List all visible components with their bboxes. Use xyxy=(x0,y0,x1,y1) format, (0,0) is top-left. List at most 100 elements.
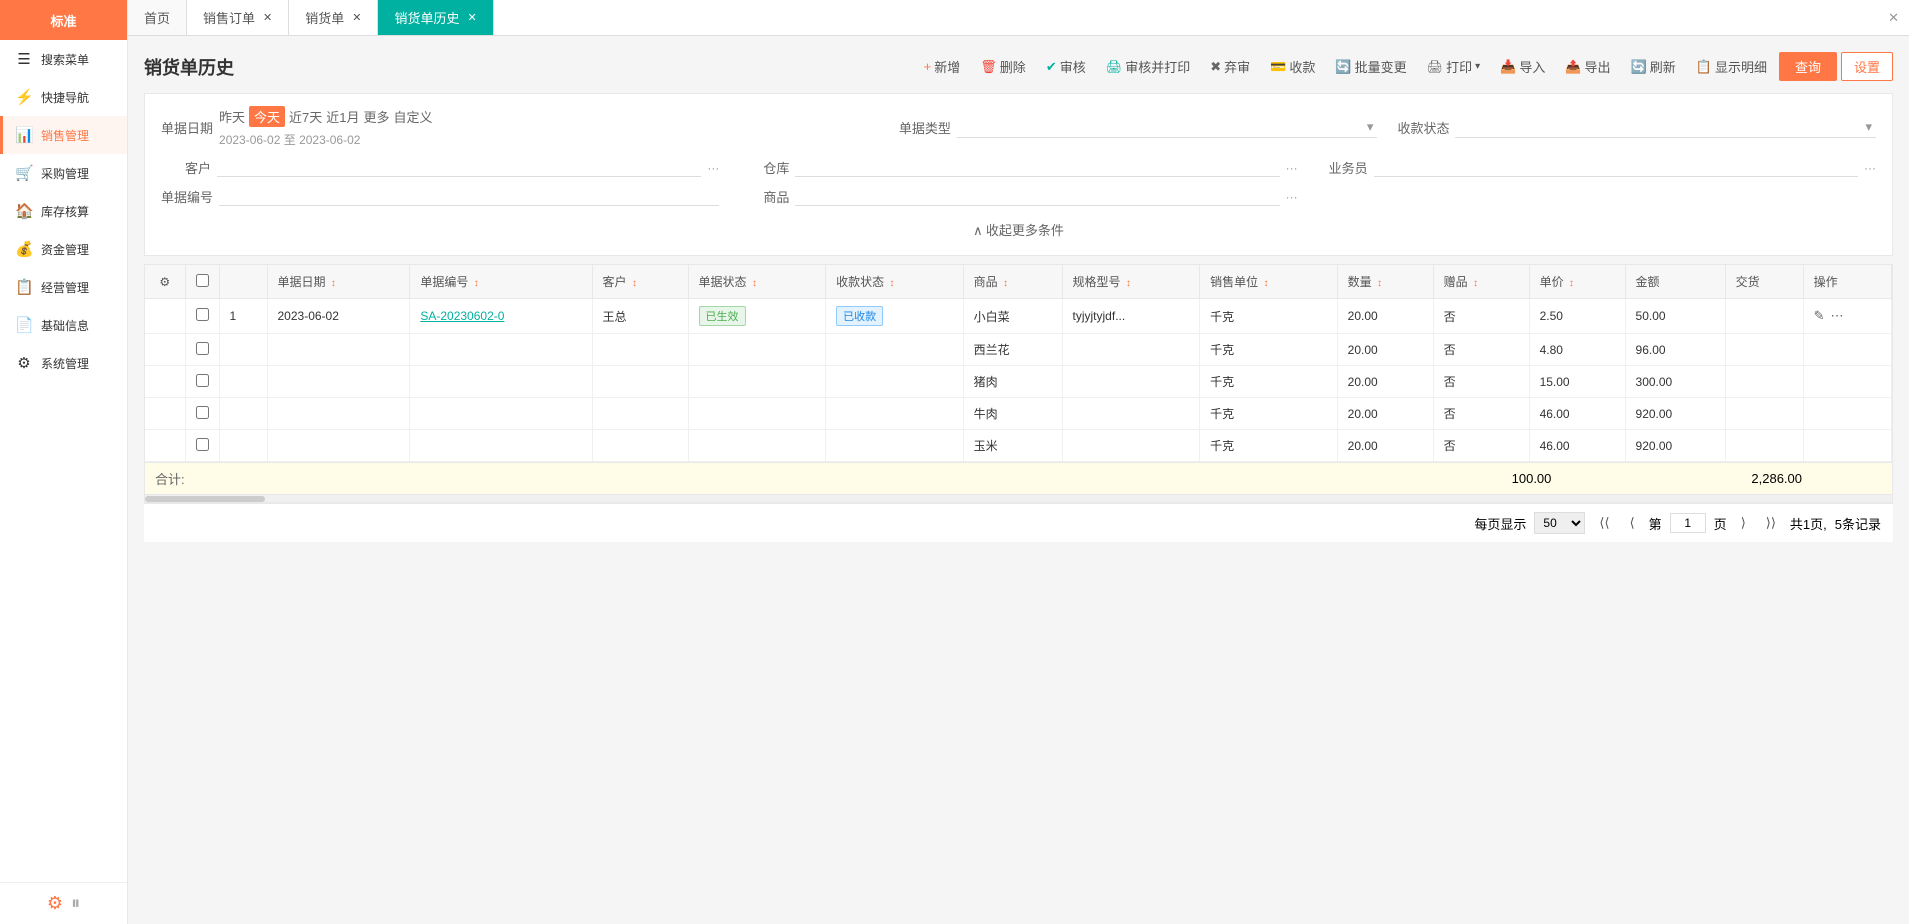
shortcut-more[interactable]: 更多 xyxy=(364,107,390,126)
pay-status-select[interactable]: ▾ xyxy=(1455,117,1876,138)
tab-sales-history-close[interactable]: ✕ xyxy=(468,11,477,24)
sidebar-item-purchase-mgmt[interactable]: 🛒 采购管理 xyxy=(0,154,127,192)
th-qty[interactable]: 数量 ↕ xyxy=(1337,265,1433,299)
collapse-button[interactable]: ∧ 收起更多条件 xyxy=(161,216,1876,243)
warehouse-input[interactable] xyxy=(795,158,1279,177)
export-button[interactable]: 📤 导出 xyxy=(1557,53,1618,80)
fund-mgmt-icon: 💰 xyxy=(15,240,33,258)
salesperson-ellipsis[interactable]: ··· xyxy=(1864,161,1876,175)
print-button[interactable]: 🖨 打印 ▾ xyxy=(1419,53,1489,80)
td-status[interactable] xyxy=(688,334,826,366)
more-icon[interactable]: ⋯ xyxy=(1831,308,1844,324)
td-pay-status[interactable] xyxy=(826,366,964,398)
customer-input[interactable] xyxy=(217,158,701,177)
show-detail-button[interactable]: 📋 显示明细 xyxy=(1688,53,1775,80)
sidebar-item-inventory[interactable]: 🏠 库存核算 xyxy=(0,192,127,230)
goods-input[interactable] xyxy=(795,187,1279,206)
th-unit[interactable]: 销售单位 ↕ xyxy=(1200,265,1338,299)
bill-no-input[interactable] xyxy=(219,187,719,206)
td-action[interactable] xyxy=(1803,398,1891,430)
scroll-thumb[interactable] xyxy=(145,496,265,502)
td-action[interactable] xyxy=(1803,366,1891,398)
td-action[interactable] xyxy=(1803,430,1891,462)
salesperson-input[interactable] xyxy=(1374,158,1858,177)
shortcut-today[interactable]: 今天 xyxy=(249,106,285,127)
sidebar-pause-icon[interactable]: ⏸ xyxy=(71,893,80,914)
bill-type-arrow: ▾ xyxy=(1367,119,1374,135)
th-goods[interactable]: 商品 ↕ xyxy=(963,265,1062,299)
import-button[interactable]: 📥 导入 xyxy=(1492,53,1553,80)
bill-type-select[interactable]: ▾ xyxy=(957,117,1378,138)
sidebar-item-quick-nav[interactable]: ⚡ 快捷导航 xyxy=(0,78,127,116)
sidebar-item-basic-info[interactable]: 📄 基础信息 xyxy=(0,306,127,344)
td-pay-status[interactable] xyxy=(826,398,964,430)
tab-sales-order[interactable]: 销售订单 ✕ xyxy=(187,0,289,35)
audit-button[interactable]: ✔ 审核 xyxy=(1038,53,1094,80)
tab-bar-close[interactable]: ✕ xyxy=(1878,10,1909,26)
shortcut-custom[interactable]: 自定义 xyxy=(394,107,433,126)
query-button[interactable]: 查询 xyxy=(1779,52,1837,81)
th-settings[interactable]: ⚙ xyxy=(145,265,185,299)
next-page-button[interactable]: ⟩ xyxy=(1735,513,1752,533)
tab-sales-history[interactable]: 销货单历史 ✕ xyxy=(378,0,493,35)
td-amount: 300.00 xyxy=(1625,366,1725,398)
row-checkbox[interactable] xyxy=(196,438,209,451)
sidebar-item-ops-mgmt[interactable]: 📋 经营管理 xyxy=(0,268,127,306)
tab-sales-order-close[interactable]: ✕ xyxy=(263,11,272,24)
row-checkbox[interactable] xyxy=(196,308,209,321)
settings-button[interactable]: 设置 xyxy=(1841,52,1893,81)
shortcut-1month[interactable]: 近1月 xyxy=(326,107,359,126)
th-customer[interactable]: 客户 ↕ xyxy=(592,265,688,299)
horizontal-scrollbar[interactable] xyxy=(145,494,1892,502)
last-page-button[interactable]: ⟩⟩ xyxy=(1760,513,1782,533)
row-checkbox[interactable] xyxy=(196,342,209,355)
td-pay-status[interactable]: 已收款 xyxy=(826,299,964,334)
td-status[interactable]: 已生效 xyxy=(688,299,826,334)
shortcut-yesterday[interactable]: 昨天 xyxy=(219,107,245,126)
select-all-checkbox[interactable] xyxy=(196,274,209,287)
sidebar-item-fund-mgmt[interactable]: 💰 资金管理 xyxy=(0,230,127,268)
sidebar-item-search-menu[interactable]: ☰ 搜索菜单 xyxy=(0,40,127,78)
row-checkbox[interactable] xyxy=(196,406,209,419)
refresh-button[interactable]: 🔄 刷新 xyxy=(1623,53,1684,80)
add-button[interactable]: + 新增 xyxy=(916,53,969,80)
bill-no-link[interactable]: SA-20230602-0 xyxy=(420,309,504,323)
th-checkbox[interactable] xyxy=(185,265,219,299)
page-size-select[interactable]: 50 20 100 xyxy=(1534,512,1585,534)
td-goods: 小白菜 xyxy=(963,299,1062,334)
th-spec[interactable]: 规格型号 ↕ xyxy=(1062,265,1200,299)
th-price[interactable]: 单价 ↕ xyxy=(1529,265,1625,299)
first-page-button[interactable]: ⟨⟨ xyxy=(1593,513,1615,533)
th-no[interactable]: 单据编号 ↕ xyxy=(410,265,592,299)
td-action[interactable]: ✎ ⋯ xyxy=(1803,299,1891,334)
row-checkbox[interactable] xyxy=(196,374,209,387)
delete-button[interactable]: 🗑 删除 xyxy=(972,53,1034,80)
td-status[interactable] xyxy=(688,398,826,430)
shortcut-7days[interactable]: 近7天 xyxy=(289,107,322,126)
td-status[interactable] xyxy=(688,366,826,398)
tab-home[interactable]: 首页 xyxy=(128,0,187,35)
td-status[interactable] xyxy=(688,430,826,462)
sidebar-item-sales-mgmt[interactable]: 📊 销售管理 xyxy=(0,116,127,154)
page-number-input[interactable] xyxy=(1670,513,1706,533)
sidebar-item-sys-mgmt[interactable]: ⚙ 系统管理 xyxy=(0,344,127,382)
th-status[interactable]: 单据状态 ↕ xyxy=(688,265,826,299)
customer-ellipsis[interactable]: ··· xyxy=(707,161,719,175)
batch-change-button[interactable]: 🔄 批量变更 xyxy=(1327,53,1414,80)
audit-print-button[interactable]: 🖨 审核并打印 xyxy=(1098,53,1199,80)
td-pay-status[interactable] xyxy=(826,430,964,462)
td-action[interactable] xyxy=(1803,334,1891,366)
goods-ellipsis[interactable]: ··· xyxy=(1286,190,1298,204)
sidebar-settings-icon[interactable]: ⚙ xyxy=(47,893,63,914)
collect-button[interactable]: 💳 收款 xyxy=(1262,53,1323,80)
prev-page-button[interactable]: ⟨ xyxy=(1624,513,1641,533)
tab-sales-bill[interactable]: 销货单 ✕ xyxy=(289,0,378,35)
th-pay-status[interactable]: 收款状态 ↕ xyxy=(826,265,964,299)
abandon-button[interactable]: ✖ 弃审 xyxy=(1202,53,1258,80)
warehouse-ellipsis[interactable]: ··· xyxy=(1286,161,1298,175)
td-pay-status[interactable] xyxy=(826,334,964,366)
th-gift[interactable]: 赠品 ↕ xyxy=(1433,265,1529,299)
edit-icon[interactable]: ✎ xyxy=(1814,308,1825,324)
th-date[interactable]: 单据日期 ↕ xyxy=(267,265,410,299)
tab-sales-bill-close[interactable]: ✕ xyxy=(352,11,361,24)
